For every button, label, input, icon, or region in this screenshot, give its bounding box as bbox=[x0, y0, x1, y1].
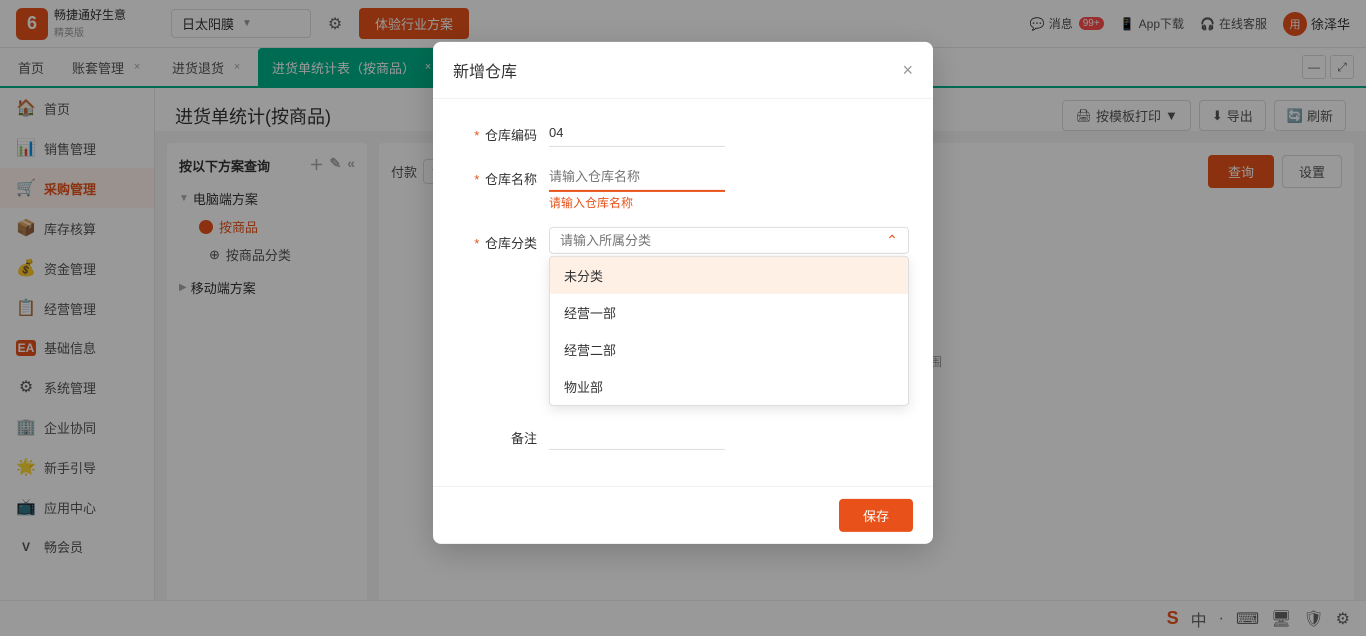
code-label: * 仓库编码 bbox=[457, 119, 537, 144]
dropdown-item-dept3[interactable]: 物业部 bbox=[550, 368, 908, 405]
dialog-footer: 保存 bbox=[433, 486, 933, 544]
required-star-2: * bbox=[474, 172, 479, 187]
classify-selector[interactable]: ⌃ bbox=[549, 227, 909, 254]
name-input-wrap: 请输入仓库名称 bbox=[549, 163, 909, 211]
required-star-3: * bbox=[474, 236, 479, 251]
dialog-header: 新增仓库 × bbox=[433, 42, 933, 99]
dropdown-item-dept2[interactable]: 经营二部 bbox=[550, 331, 908, 368]
form-row-name: * 仓库名称 请输入仓库名称 bbox=[457, 163, 909, 211]
name-label: * 仓库名称 bbox=[457, 163, 537, 188]
classify-input[interactable] bbox=[560, 233, 886, 248]
dropdown-item-dept1[interactable]: 经营一部 bbox=[550, 294, 908, 331]
note-input-wrap bbox=[549, 422, 909, 450]
classify-dropdown-list: 未分类 经营一部 经营二部 物业部 bbox=[549, 256, 909, 406]
name-error-hint: 请输入仓库名称 bbox=[549, 194, 909, 211]
code-input-wrap bbox=[549, 119, 909, 147]
save-button[interactable]: 保存 bbox=[839, 499, 913, 532]
dropdown-item-uncategorized[interactable]: 未分类 bbox=[550, 257, 908, 294]
dialog-close-icon[interactable]: × bbox=[902, 59, 913, 80]
form-row-code: * 仓库编码 bbox=[457, 119, 909, 147]
name-input[interactable] bbox=[549, 163, 725, 192]
note-label: 备注 bbox=[457, 422, 537, 447]
classify-dropdown-arrow-icon[interactable]: ⌃ bbox=[886, 232, 898, 249]
form-row-classify: * 仓库分类 ⌃ 未分类 经营一部 经营二部 物业部 bbox=[457, 227, 909, 406]
classify-label: * 仓库分类 bbox=[457, 227, 537, 252]
code-input[interactable] bbox=[549, 119, 725, 147]
dialog-body: * 仓库编码 * 仓库名称 请输入仓库名称 * 仓库分类 bbox=[433, 99, 933, 486]
add-warehouse-dialog: 新增仓库 × * 仓库编码 * 仓库名称 请输入仓库名称 bbox=[433, 42, 933, 544]
classify-input-wrap: ⌃ 未分类 经营一部 经营二部 物业部 bbox=[549, 227, 909, 406]
form-row-note: 备注 bbox=[457, 422, 909, 450]
required-star: * bbox=[474, 128, 479, 143]
note-input[interactable] bbox=[549, 422, 725, 450]
dialog-title: 新增仓库 bbox=[453, 58, 517, 82]
